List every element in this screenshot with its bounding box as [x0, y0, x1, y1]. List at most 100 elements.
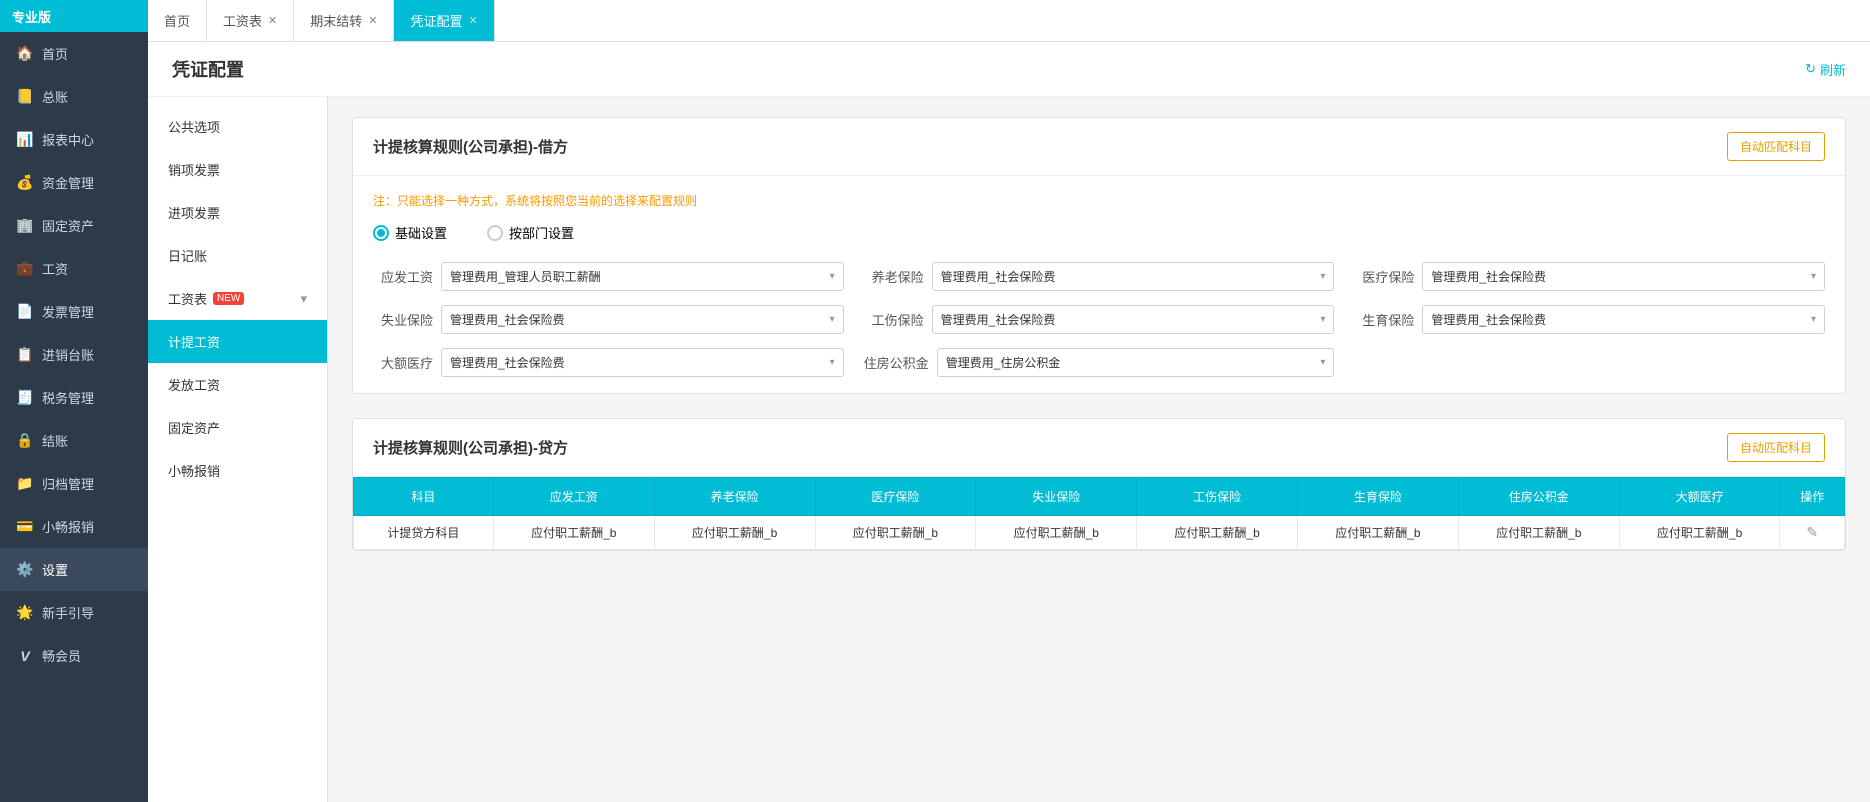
- archive-icon: 📁: [16, 475, 34, 492]
- tab-salary-sheet[interactable]: 工资表 ✕: [207, 0, 294, 41]
- col-housing: 住房公积金: [1458, 478, 1619, 516]
- sidebar-label-funds: 资金管理: [42, 173, 94, 192]
- refresh-button[interactable]: ↻ 刷新: [1805, 60, 1846, 79]
- sidebar-label-settings: 设置: [42, 560, 68, 579]
- tab-salary-close[interactable]: ✕: [268, 14, 277, 27]
- field-large-medical-select[interactable]: 管理费用_社会保险费 ▾: [441, 348, 844, 377]
- sidebar-item-funds[interactable]: 💰 资金管理: [0, 161, 148, 204]
- tab-voucher-config[interactable]: 凭证配置 ✕: [394, 0, 494, 41]
- sidebar-item-purchase[interactable]: 📋 进销台账: [0, 333, 148, 376]
- sidebar-item-tax[interactable]: 🧾 税务管理: [0, 376, 148, 419]
- radio-group: 基础设置 按部门设置: [373, 223, 1825, 242]
- expense-icon: 💳: [16, 518, 34, 535]
- col-maternity: 生育保险: [1298, 478, 1459, 516]
- field-salary: 应发工资 管理费用_管理人员职工薪酬 ▾: [373, 262, 844, 291]
- nav-input-invoice[interactable]: 进项发票: [148, 191, 327, 234]
- sidebar-item-reports[interactable]: 📊 报表中心: [0, 118, 148, 161]
- sidebar-item-home[interactable]: 🏠 首页: [0, 32, 148, 75]
- field-unemployment-select[interactable]: 管理费用_社会保险费 ▾: [441, 305, 844, 334]
- chevron-down-icon-8: ▾: [1320, 357, 1325, 368]
- funds-icon: 💰: [16, 174, 34, 191]
- cell-medical: 应付职工薪酬_b: [815, 516, 976, 550]
- radio-basic[interactable]: 基础设置: [373, 223, 447, 242]
- radio-by-dept[interactable]: 按部门设置: [487, 223, 574, 242]
- nav-public-options[interactable]: 公共选项: [148, 105, 327, 148]
- field-housing-select[interactable]: 管理费用_住房公积金 ▾: [937, 348, 1335, 377]
- tab-salary-label: 工资表: [223, 11, 262, 30]
- field-maternity-select[interactable]: 管理费用_社会保险费 ▾: [1422, 305, 1825, 334]
- sidebar-item-fixed-assets[interactable]: 🏢 固定资产: [0, 204, 148, 247]
- section-credit-body: 科目 应发工资 养老保险 医疗保险 失业保险 工伤保险 生育保险 住房公积金 大…: [353, 477, 1845, 550]
- left-nav: 公共选项 销项发票 进项发票 日记账 工资表 NEW ▾ 计提工资 发放工资: [148, 97, 328, 802]
- nav-accrual-salary[interactable]: 计提工资: [148, 320, 327, 363]
- field-medical-value: 管理费用_社会保险费: [1431, 268, 1546, 285]
- nav-small-expense[interactable]: 小畅报销: [148, 449, 327, 492]
- field-unemployment-value: 管理费用_社会保险费: [450, 311, 565, 328]
- sidebar-item-settings[interactable]: ⚙️ 设置: [0, 548, 148, 591]
- auto-match-credit-button[interactable]: 自动匹配科目: [1727, 433, 1825, 462]
- field-medical-select[interactable]: 管理费用_社会保险费 ▾: [1422, 262, 1825, 291]
- expand-icon: ▾: [300, 291, 307, 307]
- field-pension-select[interactable]: 管理费用_社会保险费 ▾: [932, 262, 1335, 291]
- cell-housing: 应付职工薪酬_b: [1458, 516, 1619, 550]
- nav-journal[interactable]: 日记账: [148, 234, 327, 277]
- cell-maternity: 应付职工薪酬_b: [1298, 516, 1459, 550]
- section-debit-title: 计提核算规则(公司承担)-借方: [373, 136, 568, 157]
- table-row: 计提贷方科目 应付职工薪酬_b 应付职工薪酬_b 应付职工薪酬_b 应付职工薪酬…: [354, 516, 1845, 550]
- col-pension: 养老保险: [654, 478, 815, 516]
- auto-match-debit-button[interactable]: 自动匹配科目: [1727, 132, 1825, 161]
- sidebar-label-ledger: 总账: [42, 87, 68, 106]
- refresh-icon: ↻: [1805, 61, 1816, 77]
- sidebar-item-ledger[interactable]: 📒 总账: [0, 75, 148, 118]
- sidebar-label-fixed-assets: 固定资产: [42, 216, 94, 235]
- field-injury-select[interactable]: 管理费用_社会保险费 ▾: [932, 305, 1335, 334]
- section-debit-body: 注：只能选择一种方式，系统将按照您当前的选择来配置规则 基础设置 按部门设置: [353, 176, 1845, 393]
- sidebar-item-archive[interactable]: 📁 归档管理: [0, 462, 148, 505]
- field-salary-select[interactable]: 管理费用_管理人员职工薪酬 ▾: [441, 262, 844, 291]
- member-icon: V: [16, 648, 34, 664]
- sidebar-item-guide[interactable]: 🌟 新手引导: [0, 591, 148, 634]
- purchase-icon: 📋: [16, 346, 34, 363]
- close-period-icon: 🔒: [16, 432, 34, 449]
- tab-voucher-close[interactable]: ✕: [469, 14, 478, 27]
- cell-action[interactable]: ✎: [1780, 516, 1845, 550]
- sidebar-label-tax: 税务管理: [42, 388, 94, 407]
- field-large-medical-label: 大额医疗: [373, 353, 433, 372]
- section-debit-header: 计提核算规则(公司承担)-借方 自动匹配科目: [353, 118, 1845, 176]
- sidebar-item-expense[interactable]: 💳 小畅报销: [0, 505, 148, 548]
- sidebar-label-guide: 新手引导: [42, 603, 94, 622]
- nav-pay-salary[interactable]: 发放工资: [148, 363, 327, 406]
- app-logo: 专业版: [0, 0, 148, 32]
- main-area: 首页 工资表 ✕ 期末结转 ✕ 凭证配置 ✕ 凭证配置 ↻ 刷新 公共选项: [148, 0, 1870, 802]
- tab-voucher-label: 凭证配置: [410, 11, 462, 30]
- radio-basic-label: 基础设置: [395, 223, 447, 242]
- tab-home[interactable]: 首页: [148, 0, 207, 41]
- edit-icon[interactable]: ✎: [1806, 524, 1818, 540]
- sidebar-label-archive: 归档管理: [42, 474, 94, 493]
- sidebar-item-member[interactable]: V 畅会员: [0, 634, 148, 677]
- nav-salary-sheet[interactable]: 工资表 NEW ▾: [148, 277, 327, 320]
- new-badge: NEW: [213, 292, 244, 305]
- section-credit: 计提核算规则(公司承担)-贷方 自动匹配科目 科目 应发工资 养老保险 医疗保险…: [352, 418, 1846, 551]
- home-icon: 🏠: [16, 45, 34, 62]
- cell-salary: 应付职工薪酬_b: [493, 516, 654, 550]
- sidebar-label-home: 首页: [42, 44, 68, 63]
- chevron-down-icon-5: ▾: [1320, 314, 1325, 325]
- sidebar-item-salary[interactable]: 💼 工资: [0, 247, 148, 290]
- content-wrapper: 公共选项 销项发票 进项发票 日记账 工资表 NEW ▾ 计提工资 发放工资: [148, 97, 1870, 802]
- field-housing-label: 住房公积金: [864, 353, 929, 372]
- col-subject: 科目: [354, 478, 494, 516]
- tab-period-close-btn[interactable]: ✕: [368, 14, 377, 27]
- col-action: 操作: [1780, 478, 1845, 516]
- nav-fixed-assets[interactable]: 固定资产: [148, 406, 327, 449]
- cell-unemployment: 应付职工薪酬_b: [976, 516, 1137, 550]
- field-housing-fund: 住房公积金 管理费用_住房公积金 ▾: [864, 348, 1335, 377]
- sidebar-item-invoice[interactable]: 📄 发票管理: [0, 290, 148, 333]
- tax-icon: 🧾: [16, 389, 34, 406]
- nav-red-invoice[interactable]: 销项发票: [148, 148, 327, 191]
- tab-period-close[interactable]: 期末结转 ✕: [294, 0, 394, 41]
- col-large-medical: 大额医疗: [1619, 478, 1780, 516]
- settings-icon: ⚙️: [16, 561, 34, 578]
- sidebar-item-close[interactable]: 🔒 结账: [0, 419, 148, 462]
- radio-dept-circle: [487, 225, 503, 241]
